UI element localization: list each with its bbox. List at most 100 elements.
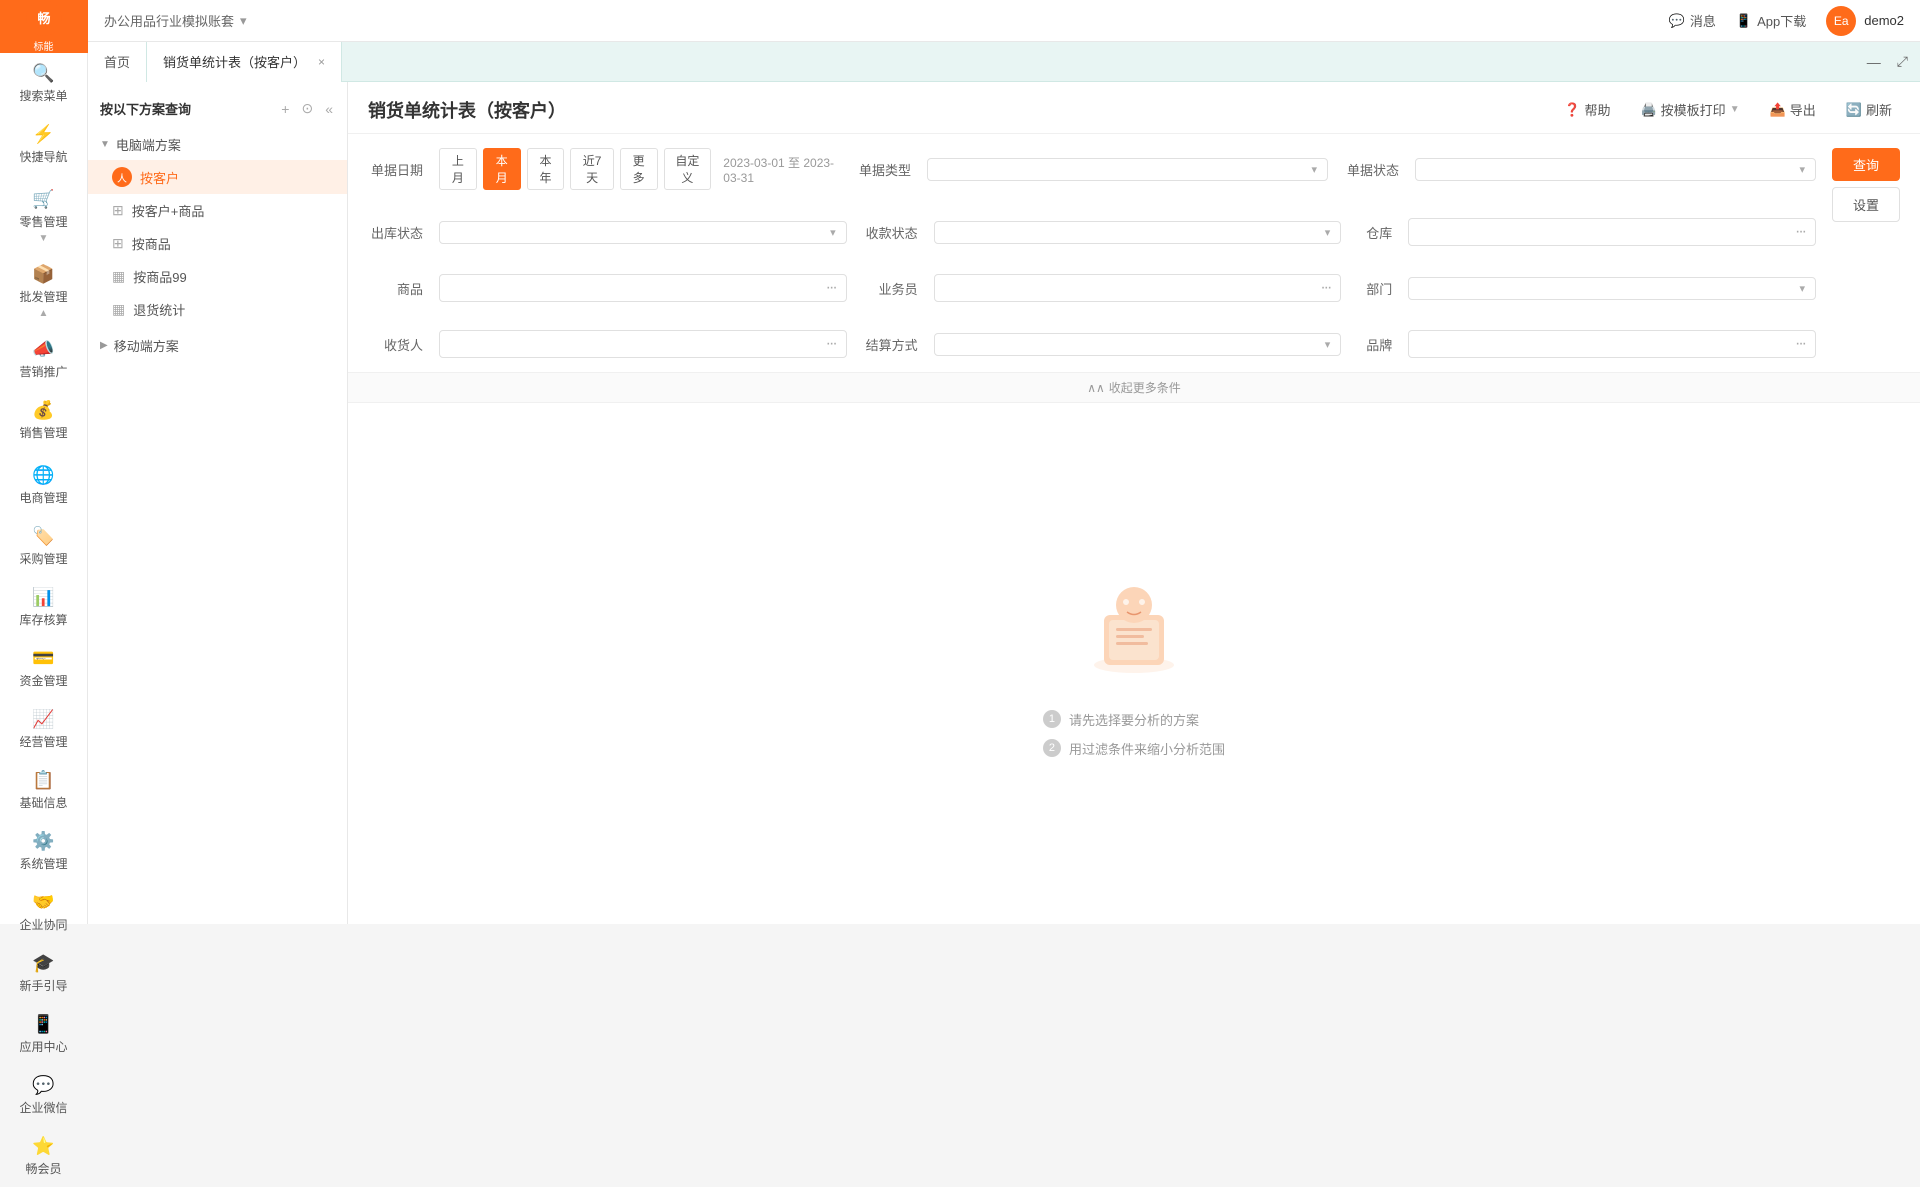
settings-button[interactable]: 设置 xyxy=(1832,187,1900,222)
tab-expand-area: — ⤢ xyxy=(1863,49,1912,74)
collapse-panel-btn[interactable]: « xyxy=(323,98,335,119)
sidebar-item-system[interactable]: ⚙️ 系统管理 xyxy=(0,821,88,882)
sidebar-item-vip[interactable]: ⭐ 畅会员 xyxy=(0,1126,88,1187)
receiver-control[interactable]: ··· xyxy=(439,330,847,358)
receiptstatus-select[interactable]: ▾ xyxy=(934,221,1342,244)
page-content: 按以下方案查询 + ⊙ « ▼ 电脑端方案 人 按客户 ⊞ 按 xyxy=(88,82,1920,924)
salesperson-more-icon[interactable]: ··· xyxy=(1320,279,1330,297)
docstatus-label: 单据状态 xyxy=(1344,160,1399,179)
settlement-select[interactable]: ▾ xyxy=(934,333,1342,356)
date-btn-custom[interactable]: 自定义 xyxy=(664,148,712,190)
doctype-select[interactable]: ▾ xyxy=(927,158,1328,181)
filter-row-2: 出库状态 ▾ 收款状态 ▾ xyxy=(368,218,1816,246)
group-arrow-right: ▶ xyxy=(100,340,108,351)
date-control: 上月 本月 本年 近7天 更多 自定义 2023-03-01 至 2023-03… xyxy=(439,148,840,190)
warehouse-more-icon[interactable]: ··· xyxy=(1795,223,1805,241)
sidebar-item-wholesale[interactable]: 📦 批发管理 ▲ xyxy=(0,254,88,329)
left-panel: 按以下方案查询 + ⊙ « ▼ 电脑端方案 人 按客户 ⊞ 按 xyxy=(88,82,348,924)
desktop-group-header[interactable]: ▼ 电脑端方案 xyxy=(88,129,347,160)
sales-icon: 💰 xyxy=(32,400,54,421)
collapse-bar[interactable]: ∧∧ 收起更多条件 xyxy=(348,373,1920,403)
sidebar-item-quicknav[interactable]: ⚡ 快捷导航 xyxy=(0,114,88,175)
date-btn-more[interactable]: 更多 xyxy=(620,148,658,190)
message-icon: 💬 xyxy=(1669,13,1685,29)
sidebar-item-business[interactable]: 📈 经营管理 xyxy=(0,699,88,760)
brand-control[interactable]: ··· xyxy=(1408,330,1816,358)
app-download-button[interactable]: 📱 App下载 xyxy=(1736,11,1806,30)
tab-close-icon[interactable]: × xyxy=(318,55,325,69)
date-btn-this-month[interactable]: 本月 xyxy=(483,148,521,190)
add-scheme-btn[interactable]: + xyxy=(279,98,291,119)
date-btn-last-month[interactable]: 上月 xyxy=(439,148,477,190)
sidebar-item-appcenter[interactable]: 📱 应用中心 xyxy=(0,1004,88,1065)
outstatus-control[interactable]: ▾ xyxy=(439,221,847,244)
sidebar-item-cooperation[interactable]: 🤝 企业协同 xyxy=(0,882,88,943)
outstatus-select[interactable]: ▾ xyxy=(439,221,847,244)
tab-minimize-btn[interactable]: — xyxy=(1863,49,1885,74)
settlement-label: 结算方式 xyxy=(863,335,918,354)
scheme-item-customer-goods[interactable]: ⊞ 按客户+商品 xyxy=(88,194,347,227)
active-tab-label: 销货单统计表（按客户） xyxy=(163,52,306,71)
mobile-group-header[interactable]: ▶ 移动端方案 xyxy=(88,330,347,361)
goods-select[interactable]: ··· xyxy=(439,274,847,302)
print-btn[interactable]: 🖨️ 按模板打印 ▼ xyxy=(1632,96,1747,123)
sidebar-item-basic[interactable]: 📋 基础信息 xyxy=(0,760,88,821)
receiptstatus-control[interactable]: ▾ xyxy=(934,221,1342,244)
sidebar-item-finance[interactable]: 💳 资金管理 xyxy=(0,638,88,699)
desktop-scheme-group: ▼ 电脑端方案 人 按客户 ⊞ 按客户+商品 ⊞ 按商品 ▦ 按商品99 xyxy=(88,129,347,326)
receiver-select[interactable]: ··· xyxy=(439,330,847,358)
page-header: 销货单统计表（按客户） ❓ 帮助 🖨️ 按模板打印 ▼ 📤 导出 xyxy=(348,82,1920,134)
scheme-item-return[interactable]: ▦ 退货统计 xyxy=(88,293,347,326)
date-btn-this-year[interactable]: 本年 xyxy=(527,148,565,190)
export-btn[interactable]: 📤 导出 xyxy=(1762,96,1824,123)
sidebar-item-sales[interactable]: 💰 销售管理 xyxy=(0,390,88,451)
goods-control[interactable]: ··· xyxy=(439,274,847,302)
brand-select[interactable]: ··· xyxy=(1408,330,1816,358)
marketing-icon: 📣 xyxy=(32,339,54,360)
message-button[interactable]: 💬 消息 xyxy=(1669,11,1716,30)
sidebar-item-marketing[interactable]: 📣 营销推广 xyxy=(0,329,88,390)
download-icon: 📱 xyxy=(1736,13,1752,29)
date-btn-7days[interactable]: 近7天 xyxy=(570,148,613,190)
brand-more-icon[interactable]: ··· xyxy=(1795,335,1805,353)
query-button[interactable]: 查询 xyxy=(1832,148,1900,181)
doctype-control[interactable]: ▾ xyxy=(927,158,1328,181)
sidebar-item-purchase[interactable]: 🏷️ 采购管理 xyxy=(0,516,88,577)
goods-more-icon[interactable]: ··· xyxy=(826,279,836,297)
settlement-control[interactable]: ▾ xyxy=(934,333,1342,356)
header-title-area: 办公用品行业模拟账套 ▾ xyxy=(104,11,1657,30)
refresh-btn[interactable]: 🔄 刷新 xyxy=(1838,96,1900,123)
tab-active[interactable]: 销货单统计表（按客户） × xyxy=(147,42,342,82)
empty-state: 1 请先选择要分析的方案 2 用过滤条件来缩小分析范围 xyxy=(348,403,1920,924)
sidebar-item-ecommerce[interactable]: 🌐 电商管理 xyxy=(0,455,88,516)
scheme-item-customer[interactable]: 人 按客户 xyxy=(88,160,347,194)
dept-select[interactable]: ▾ xyxy=(1408,277,1816,300)
docstatus-select[interactable]: ▾ xyxy=(1415,158,1816,181)
tab-home[interactable]: 首页 xyxy=(88,42,147,82)
warehouse-select[interactable]: ··· xyxy=(1408,218,1816,246)
warehouse-control[interactable]: ··· xyxy=(1408,218,1816,246)
sidebar-item-inventory[interactable]: 📊 库存核算 xyxy=(0,577,88,638)
receiptstatus-chevron: ▾ xyxy=(1325,226,1331,239)
salesperson-select[interactable]: ··· xyxy=(934,274,1342,302)
sidebar-item-newuser[interactable]: 🎓 新手引导 xyxy=(0,943,88,1004)
settings-scheme-btn[interactable]: ⊙ xyxy=(299,98,315,119)
grid-icon-2: ⊞ xyxy=(112,235,124,252)
user-area[interactable]: Ea demo2 xyxy=(1826,6,1904,36)
title-dropdown-icon[interactable]: ▾ xyxy=(240,13,247,29)
ecommerce-icon: 🌐 xyxy=(32,465,54,486)
sidebar-item-search[interactable]: 🔍 搜索菜单 xyxy=(0,53,88,114)
sidebar-item-wechat[interactable]: 💬 企业微信 xyxy=(0,1065,88,1126)
receiver-more-icon[interactable]: ··· xyxy=(826,335,836,353)
dept-control[interactable]: ▾ xyxy=(1408,277,1816,300)
help-btn[interactable]: ❓ 帮助 xyxy=(1556,96,1618,123)
scheme-item-goods[interactable]: ⊞ 按商品 xyxy=(88,227,347,260)
sidebar-item-retail[interactable]: 🛒 零售管理 ▼ xyxy=(0,179,88,254)
salesperson-control[interactable]: ··· xyxy=(934,274,1342,302)
docstatus-control[interactable]: ▾ xyxy=(1415,158,1816,181)
tab-expand-btn[interactable]: ⤢ xyxy=(1893,49,1912,74)
scheme-item-goods99[interactable]: ▦ 按商品99 xyxy=(88,260,347,293)
wholesale-icon: 📦 xyxy=(32,264,54,285)
filter-row-3: 商品 ··· 业务员 ··· xyxy=(368,274,1816,302)
mobile-group-label: 移动端方案 xyxy=(114,336,179,355)
